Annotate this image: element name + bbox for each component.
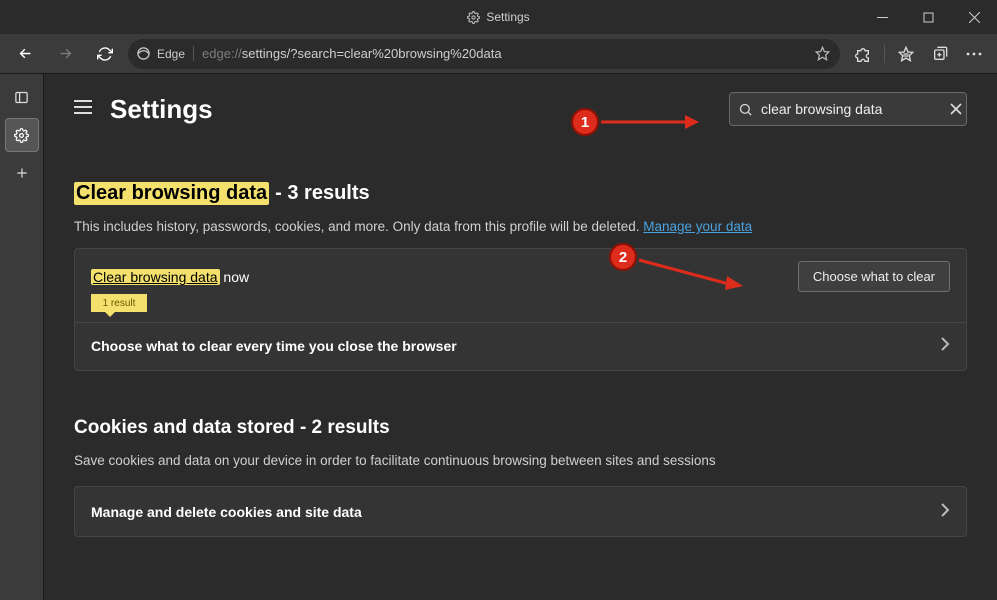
chevron-right-icon: [940, 503, 950, 520]
page-title: Settings: [110, 94, 213, 125]
titlebar: Settings: [0, 0, 997, 34]
extensions-button[interactable]: [846, 39, 880, 69]
new-tab-button[interactable]: [5, 156, 39, 190]
section-cookies-subtitle: Save cookies and data on your device in …: [74, 453, 967, 468]
favorite-icon[interactable]: [815, 46, 830, 61]
favorites-button[interactable]: [889, 39, 923, 69]
cbd-on-close-row[interactable]: Choose what to clear every time you clos…: [75, 322, 966, 370]
settings-page: Settings Clear browsing data - 3 results…: [44, 74, 997, 600]
address-bar[interactable]: Edge edge://settings/?search=clear%20bro…: [128, 39, 840, 69]
result-count-tag: 1 result: [91, 294, 147, 312]
section-cbd-title: Clear browsing data - 3 results: [74, 182, 967, 205]
minimize-button[interactable]: [859, 0, 905, 34]
clear-search-button[interactable]: [950, 103, 962, 115]
annotation-badge-1: 1: [571, 108, 599, 136]
more-button[interactable]: [957, 39, 991, 69]
search-input[interactable]: [761, 101, 942, 117]
url-text: edge://settings/?search=clear%20browsing…: [202, 46, 502, 61]
settings-search-box[interactable]: [729, 92, 967, 126]
choose-what-to-clear-button[interactable]: Choose what to clear: [798, 261, 950, 292]
section-cbd-subtitle: This includes history, passwords, cookie…: [74, 219, 967, 234]
close-button[interactable]: [951, 0, 997, 34]
menu-icon[interactable]: [74, 100, 92, 119]
browser-name: Edge: [157, 47, 185, 61]
annotation-badge-2: 2: [609, 243, 637, 271]
gear-icon: [467, 11, 480, 24]
edge-icon: [136, 46, 151, 61]
cbd-now-label: Clear browsing data now: [91, 269, 249, 285]
tab-settings[interactable]: [5, 118, 39, 152]
manage-your-data-link[interactable]: Manage your data: [643, 219, 752, 234]
tab-actions-button[interactable]: [5, 80, 39, 114]
maximize-button[interactable]: [905, 0, 951, 34]
toolbar: Edge edge://settings/?search=clear%20bro…: [0, 34, 997, 74]
section-cookies-title: Cookies and data stored - 2 results: [74, 417, 967, 439]
forward-button[interactable]: [48, 39, 82, 69]
chevron-right-icon: [940, 337, 950, 354]
manage-cookies-row[interactable]: Manage and delete cookies and site data: [74, 486, 967, 537]
collections-button[interactable]: [923, 39, 957, 69]
refresh-button[interactable]: [88, 39, 122, 69]
window-title: Settings: [0, 10, 997, 24]
back-button[interactable]: [8, 39, 42, 69]
search-icon: [738, 102, 753, 117]
cbd-card: Clear browsing data now Choose what to c…: [74, 248, 967, 371]
vertical-tabs-bar: [0, 74, 44, 600]
